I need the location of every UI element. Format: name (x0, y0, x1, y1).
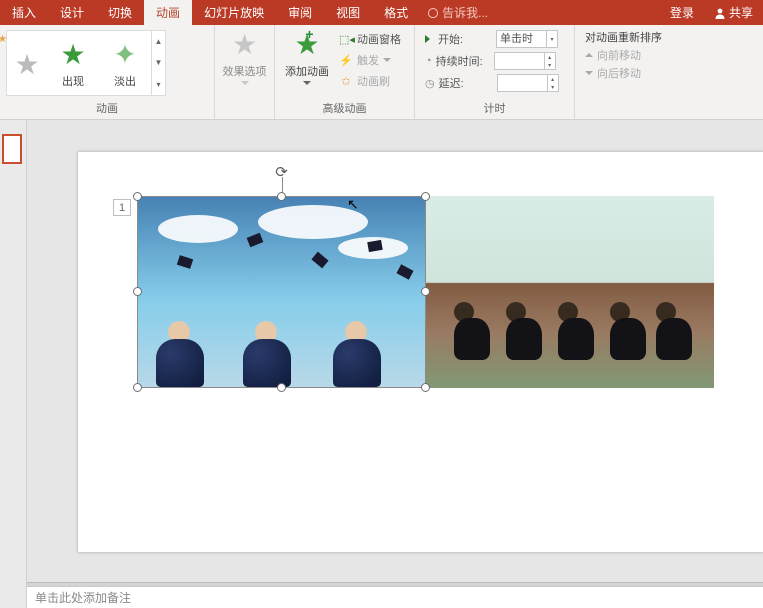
resize-handle-e[interactable] (421, 287, 430, 296)
effect-options-button: ★ 效果选项 (219, 27, 270, 85)
animation-gallery[interactable]: ★ ★出现 ✦淡出 ▲ ▼ ▾ (6, 30, 166, 96)
slide[interactable]: 1 ⟳ (78, 152, 763, 552)
effect-appear[interactable]: ★出现 (47, 37, 99, 89)
bolt-icon: ⚡ (339, 54, 353, 67)
tab-insert[interactable]: 插入 (0, 0, 48, 25)
effect-fade[interactable]: ✦淡出 (99, 37, 151, 89)
gallery-down[interactable]: ▼ (152, 52, 165, 73)
tab-animation[interactable]: 动画 (144, 0, 192, 25)
slide-thumbnail-1[interactable] (2, 134, 22, 164)
login-button[interactable]: 登录 (660, 0, 704, 25)
share-label: 共享 (729, 4, 753, 21)
tab-slideshow[interactable]: 幻灯片放映 (192, 0, 276, 25)
slide-image-1-selected[interactable]: 1 ⟳ (137, 196, 426, 388)
tell-me-placeholder: 告诉我... (442, 4, 488, 21)
tab-transition[interactable]: 切换 (96, 0, 144, 25)
resize-handle-n[interactable] (277, 192, 286, 201)
animation-painter-button: ✩动画刷 (339, 71, 401, 91)
reorder-title: 对动画重新排序 (585, 29, 662, 45)
chevron-down-icon (383, 58, 391, 62)
brush-icon: ✩ (339, 75, 353, 88)
spin-up[interactable]: ▴ (548, 75, 558, 83)
tab-format[interactable]: 格式 (372, 0, 420, 25)
resize-handle-s[interactable] (277, 383, 286, 392)
resize-handle-nw[interactable] (133, 192, 142, 201)
lightbulb-icon (428, 8, 438, 18)
delay-input[interactable]: ▴▾ (497, 74, 559, 92)
tell-me-search[interactable]: 告诉我... (420, 0, 496, 25)
move-later-button: 向后移动 (585, 65, 662, 81)
chevron-down-icon (303, 81, 311, 85)
slide-image-2[interactable] (426, 196, 714, 388)
duration-label: 持续时间: (436, 53, 490, 69)
animation-pane-button[interactable]: ⬚◂动画窗格 (339, 29, 401, 49)
ribbon: ★ ★出现 ✦淡出 ▲ ▼ ▾ 动画 ★ 效果选项 ★+ (0, 25, 763, 120)
spin-down[interactable]: ▾ (545, 61, 555, 69)
share-button[interactable]: 共享 (704, 0, 763, 25)
tab-design[interactable]: 设计 (48, 0, 96, 25)
chevron-up-icon (585, 53, 593, 57)
notes-pane[interactable]: 单击此处添加备注 (27, 586, 763, 608)
chevron-down-icon (241, 81, 249, 85)
start-dropdown[interactable]: 单击时▾ (496, 30, 558, 48)
resize-handle-se[interactable] (421, 383, 430, 392)
animation-order-badge[interactable]: 1 (113, 199, 131, 216)
duration-input[interactable]: ▴▾ (494, 52, 556, 70)
pane-icon: ⬚◂ (339, 33, 353, 46)
resize-handle-ne[interactable] (421, 192, 430, 201)
group-animation-label: 动画 (4, 100, 210, 119)
chevron-down-icon (585, 71, 593, 75)
effect-none[interactable]: ★ (7, 47, 47, 79)
group-timing-label: 计时 (419, 100, 570, 119)
resize-handle-w[interactable] (133, 287, 142, 296)
spin-down[interactable]: ▾ (548, 83, 558, 91)
clock-icon: ◷ (425, 77, 435, 90)
chevron-down-icon: ▾ (547, 31, 557, 47)
slide-thumbnail-panel[interactable]: ★ (0, 120, 27, 608)
delay-label: 延迟: (439, 75, 493, 91)
tab-review[interactable]: 审阅 (276, 0, 324, 25)
resize-handle-sw[interactable] (133, 383, 142, 392)
gallery-up[interactable]: ▲ (152, 31, 165, 52)
move-earlier-button: 向前移动 (585, 47, 662, 63)
tab-view[interactable]: 视图 (324, 0, 372, 25)
person-share-icon (714, 7, 726, 19)
start-label: 开始: (438, 31, 492, 47)
trigger-button: ⚡触发 (339, 50, 401, 70)
workspace: ★ ↖ (0, 120, 763, 608)
add-animation-button[interactable]: ★+ 添加动画 (279, 27, 335, 85)
slide-canvas-area[interactable]: ↖ (27, 120, 763, 608)
play-icon (425, 35, 434, 43)
ribbon-tabs: 插入 设计 切换 动画 幻灯片放映 审阅 视图 格式 告诉我... 登录 共享 (0, 0, 763, 25)
animation-indicator-icon: ★ (0, 34, 7, 45)
notes-placeholder: 单击此处添加备注 (35, 591, 131, 605)
group-advanced-label: 高级动画 (279, 100, 410, 119)
gallery-more[interactable]: ▾ (152, 74, 165, 95)
spin-up[interactable]: ▴ (545, 53, 555, 61)
clock-icon: ◔ (425, 55, 432, 67)
